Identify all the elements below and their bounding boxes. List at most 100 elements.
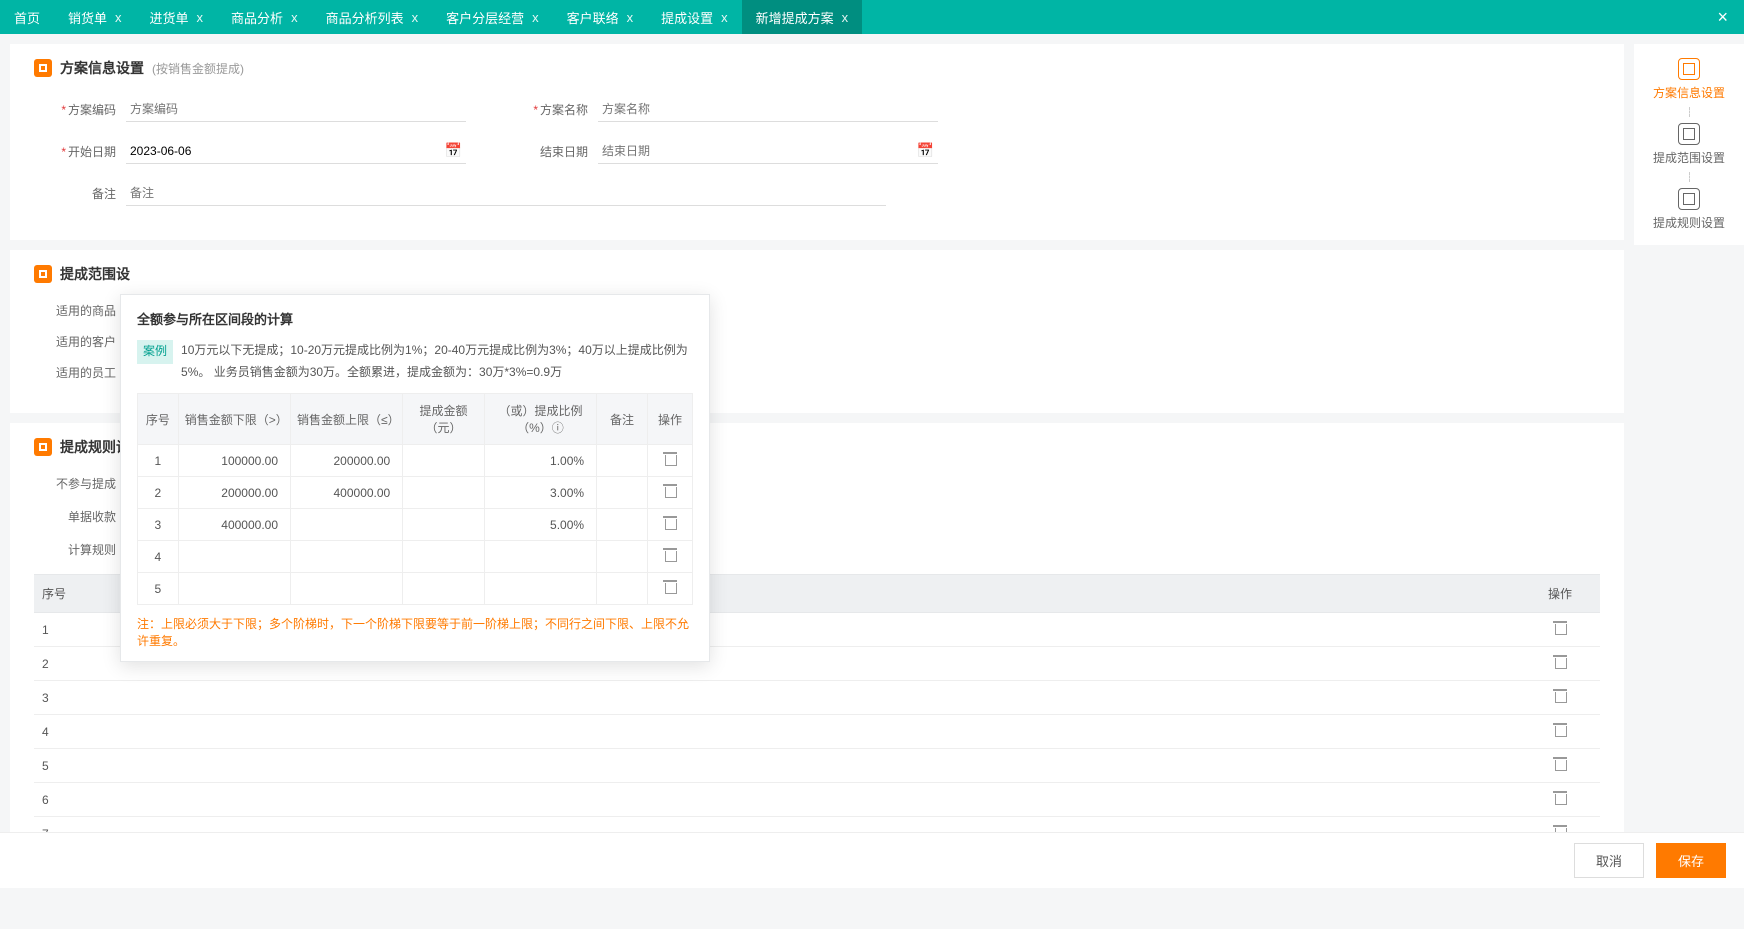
cell-high: 400000.00 xyxy=(291,477,403,509)
scope-label-goods: 适用的商品 xyxy=(34,302,116,319)
cell-ratio[interactable] xyxy=(514,715,654,749)
cell-remark xyxy=(597,573,648,605)
tab-label: 销货单 xyxy=(68,8,107,27)
cell-high[interactable] xyxy=(234,715,374,749)
footer-actions: 取消 保存 xyxy=(0,832,1744,888)
cell-no: 4 xyxy=(34,715,94,749)
remark-input[interactable] xyxy=(126,180,886,206)
cell-remark[interactable] xyxy=(654,681,1520,715)
anchor-plan-info[interactable]: 方案信息设置 xyxy=(1653,58,1725,101)
tab-home[interactable]: 首页 xyxy=(0,0,54,34)
close-icon[interactable]: x xyxy=(115,10,122,25)
close-icon[interactable]: x xyxy=(627,10,634,25)
cell-amount xyxy=(403,509,485,541)
delete-icon[interactable] xyxy=(663,484,677,498)
close-icon[interactable]: x xyxy=(412,10,419,25)
cell-amount[interactable] xyxy=(374,783,514,817)
delete-icon[interactable] xyxy=(1553,723,1567,737)
popover-example-table: 序号 销售金额下限（>） 销售金额上限（≤） 提成金额（元） （或）提成比例（%… xyxy=(137,393,693,605)
tab-sales-order[interactable]: 销货单 x xyxy=(54,0,136,34)
table-row[interactable]: 4 xyxy=(34,715,1600,749)
cell-no: 3 xyxy=(34,681,94,715)
cell-amount[interactable] xyxy=(374,681,514,715)
tab-bar-close[interactable]: × xyxy=(1701,0,1744,34)
tab-product-analysis[interactable]: 商品分析x xyxy=(217,0,312,34)
delete-icon[interactable] xyxy=(663,580,677,594)
cell-ratio xyxy=(484,573,596,605)
cell-low[interactable] xyxy=(94,783,234,817)
table-row[interactable]: 5 xyxy=(34,749,1600,783)
plan-code-input[interactable] xyxy=(126,96,466,122)
table-row: 5 xyxy=(138,573,693,605)
cell-remark[interactable] xyxy=(654,749,1520,783)
cell-amount[interactable] xyxy=(374,715,514,749)
cell-ratio[interactable] xyxy=(514,681,654,715)
col-low: 销售金额下限（>） xyxy=(178,394,290,445)
delete-icon[interactable] xyxy=(663,548,677,562)
cell-ratio: 1.00% xyxy=(484,445,596,477)
cell-ratio[interactable] xyxy=(514,783,654,817)
close-icon[interactable]: x xyxy=(197,10,204,25)
cancel-button[interactable]: 取消 xyxy=(1574,843,1644,878)
end-date-input[interactable] xyxy=(598,138,938,164)
cell-no: 4 xyxy=(138,541,179,573)
table-row[interactable]: 6 xyxy=(34,783,1600,817)
cell-low[interactable] xyxy=(94,715,234,749)
col-action: 操作 xyxy=(1520,575,1600,613)
anchor-scope[interactable]: 提成范围设置 xyxy=(1653,123,1725,166)
col-high: 销售金额上限（≤） xyxy=(291,394,403,445)
cell-low[interactable] xyxy=(94,681,234,715)
scope-label-customer: 适用的客户 xyxy=(34,333,116,350)
plan-name-input[interactable] xyxy=(598,96,938,122)
anchor-rules[interactable]: 提成规则设置 xyxy=(1653,188,1725,231)
cell-high[interactable] xyxy=(234,749,374,783)
close-icon[interactable]: x xyxy=(842,10,849,25)
delete-icon[interactable] xyxy=(1553,791,1567,805)
cell-ratio: 3.00% xyxy=(484,477,596,509)
tab-commission-settings[interactable]: 提成设置x xyxy=(647,0,742,34)
cell-remark[interactable] xyxy=(654,647,1520,681)
cell-ratio[interactable] xyxy=(514,749,654,783)
cell-no: 3 xyxy=(138,509,179,541)
delete-icon[interactable] xyxy=(1553,621,1567,635)
cell-ratio: 5.00% xyxy=(484,509,596,541)
save-button[interactable]: 保存 xyxy=(1656,843,1726,878)
section-icon xyxy=(34,265,52,283)
calc-rule-popover: 全额参与所在区间段的计算 案例 10万元以下无提成；10-20万元提成比例为1%… xyxy=(120,294,710,662)
delete-icon[interactable] xyxy=(663,516,677,530)
cell-high[interactable] xyxy=(234,783,374,817)
cell-remark xyxy=(597,509,648,541)
cell-low xyxy=(178,541,290,573)
delete-icon[interactable] xyxy=(1553,655,1567,669)
col-remark: 备注 xyxy=(654,575,1520,613)
required-mark: * xyxy=(533,103,538,117)
cell-remark[interactable] xyxy=(654,613,1520,647)
close-icon[interactable]: x xyxy=(291,10,298,25)
delete-icon[interactable] xyxy=(1553,757,1567,771)
cell-amount[interactable] xyxy=(374,749,514,783)
tab-new-commission-plan[interactable]: 新增提成方案x xyxy=(742,0,863,34)
cell-high[interactable] xyxy=(234,681,374,715)
table-row: 1100000.00200000.001.00% xyxy=(138,445,693,477)
anchor-label: 方案信息设置 xyxy=(1653,84,1725,101)
delete-icon[interactable] xyxy=(1553,689,1567,703)
case-text: 10万元以下无提成；10-20万元提成比例为1%；20-40万元提成比例为3%；… xyxy=(181,340,693,383)
close-icon[interactable]: x xyxy=(532,10,539,25)
start-date-input[interactable] xyxy=(126,138,466,164)
cell-low[interactable] xyxy=(94,749,234,783)
tab-purchase-order[interactable]: 进货单x xyxy=(136,0,218,34)
table-row[interactable]: 3 xyxy=(34,681,1600,715)
col-ratio: （或）提成比例（%）ⓘ xyxy=(484,394,596,445)
tab-product-analysis-list[interactable]: 商品分析列表x xyxy=(312,0,433,34)
cell-no: 2 xyxy=(34,647,94,681)
tab-customer-contact[interactable]: 客户联络x xyxy=(553,0,648,34)
field-label: 方案名称 xyxy=(540,103,588,117)
col-action: 操作 xyxy=(648,394,693,445)
delete-icon[interactable] xyxy=(663,452,677,466)
table-row: 2200000.00400000.003.00% xyxy=(138,477,693,509)
cell-remark[interactable] xyxy=(654,783,1520,817)
tab-customer-tier[interactable]: 客户分层经营x xyxy=(432,0,553,34)
anchor-nav: 方案信息设置 提成范围设置 提成规则设置 xyxy=(1634,44,1744,245)
close-icon[interactable]: x xyxy=(721,10,728,25)
cell-remark[interactable] xyxy=(654,715,1520,749)
